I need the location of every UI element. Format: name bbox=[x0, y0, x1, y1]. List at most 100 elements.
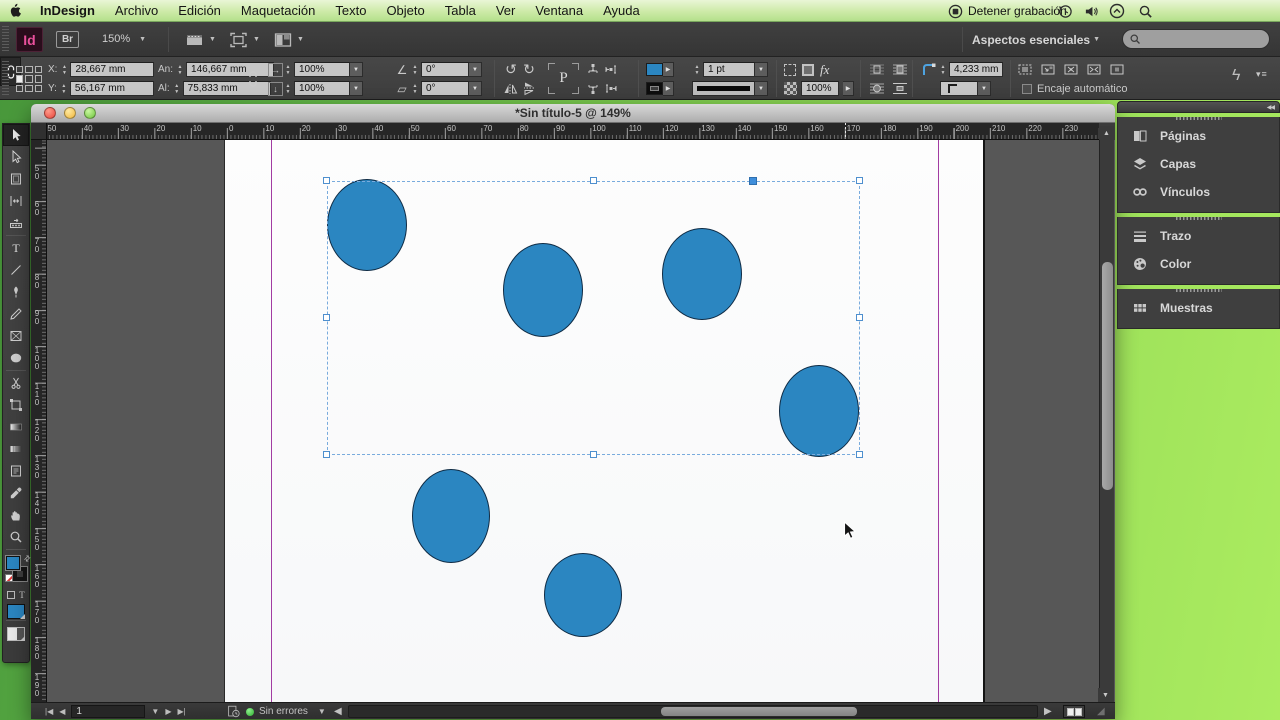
selection-handle[interactable] bbox=[856, 314, 863, 321]
tool-pen[interactable] bbox=[3, 281, 29, 303]
tool-gap[interactable] bbox=[3, 190, 29, 212]
rotate-cw-icon[interactable]: ↻ bbox=[520, 61, 538, 78]
y-stepper[interactable]: ▲ ▼ bbox=[59, 83, 69, 95]
first-page-icon[interactable]: |◀ bbox=[45, 707, 53, 716]
fill-swatch[interactable] bbox=[646, 63, 663, 76]
menu-maquetacion[interactable]: Maquetación bbox=[231, 0, 325, 22]
select-content-icon[interactable] bbox=[602, 61, 620, 78]
tool-free-transform[interactable] bbox=[3, 394, 29, 416]
rotation-field[interactable]: 0° bbox=[421, 62, 469, 77]
chevron-down-icon[interactable]: ▼ bbox=[469, 81, 482, 96]
selection-bounding-box[interactable] bbox=[327, 181, 860, 455]
fit-content-proportionally-icon[interactable] bbox=[1040, 61, 1056, 78]
height-stepper[interactable]: ▲ ▼ bbox=[172, 83, 182, 95]
fill-frame-proportionally-icon[interactable] bbox=[1017, 61, 1033, 78]
display-menu-icon[interactable] bbox=[1108, 2, 1126, 20]
scale-x-field[interactable]: 100% bbox=[294, 62, 350, 77]
formatting-affects-text-icon[interactable]: T bbox=[19, 590, 25, 600]
flip-horizontal-icon[interactable] bbox=[502, 80, 520, 97]
scroll-left-icon[interactable]: ◀ bbox=[334, 703, 342, 720]
ruler-corner[interactable] bbox=[31, 123, 47, 140]
menu-tabla[interactable]: Tabla bbox=[435, 0, 486, 22]
panel-button-vinculos[interactable]: Vínculos bbox=[1118, 178, 1279, 206]
x-position-field[interactable]: 28,667 mm bbox=[70, 62, 155, 77]
chevron-down-icon[interactable]: ▼ bbox=[350, 62, 363, 77]
scroll-up-icon[interactable]: ▲ bbox=[1099, 126, 1114, 140]
no-text-wrap-icon[interactable] bbox=[868, 61, 886, 78]
chevron-down-icon[interactable]: ▼ bbox=[755, 62, 768, 77]
stroke-arrow-icon[interactable]: ▶ bbox=[663, 81, 674, 96]
zoom-level-control[interactable]: 150% ▼ bbox=[96, 31, 146, 47]
vertical-scrollbar[interactable]: ▼ bbox=[1098, 140, 1114, 702]
panel-button-paginas[interactable]: Páginas bbox=[1118, 122, 1279, 150]
selection-handle[interactable] bbox=[856, 451, 863, 458]
tool-hand[interactable] bbox=[3, 504, 29, 526]
menu-objeto[interactable]: Objeto bbox=[376, 0, 434, 22]
corner-radius-stepper[interactable]: ▲ ▼ bbox=[938, 64, 948, 76]
canvas[interactable]: 50 60 70 80 90 100 110 120 130 140 150 160 170 180 190… bbox=[31, 140, 1115, 702]
selection-handle[interactable] bbox=[856, 177, 863, 184]
center-content-icon[interactable] bbox=[1109, 61, 1125, 78]
scroll-right-icon[interactable]: ▶ bbox=[1044, 703, 1052, 720]
panel-button-muestras[interactable]: Muestras bbox=[1118, 294, 1279, 322]
stroke-weight-field[interactable]: 1 pt bbox=[703, 62, 755, 77]
drag-handle[interactable] bbox=[1175, 289, 1222, 292]
scale-x-stepper[interactable]: ▲ ▼ bbox=[283, 64, 293, 76]
shear-field[interactable]: 0° bbox=[421, 81, 469, 96]
tool-selection[interactable] bbox=[3, 124, 29, 146]
stroke-swatch[interactable] bbox=[646, 82, 663, 95]
selection-handle[interactable] bbox=[323, 314, 330, 321]
menu-ver[interactable]: Ver bbox=[486, 0, 526, 22]
cs-live-icon[interactable]: ϟ bbox=[1232, 67, 1240, 85]
arrange-documents-dropdown[interactable]: ▼ bbox=[270, 29, 308, 50]
panel-menu-icon[interactable]: ▾≡ bbox=[1256, 69, 1268, 80]
fill-swatch[interactable] bbox=[6, 556, 20, 570]
time-machine-icon[interactable] bbox=[1056, 2, 1074, 20]
corner-radius-field[interactable]: 4,233 mm bbox=[949, 62, 1003, 77]
tool-scissors[interactable] bbox=[3, 372, 29, 394]
menu-edicion[interactable]: Edición bbox=[168, 0, 231, 22]
workspace-switcher[interactable]: Aspectos esenciales ▼ bbox=[972, 29, 1100, 50]
chevron-down-icon[interactable]: ▼ bbox=[755, 81, 768, 96]
tool-note[interactable] bbox=[3, 460, 29, 482]
menu-ventana[interactable]: Ventana bbox=[525, 0, 593, 22]
opacity-arrow-icon[interactable]: ▶ bbox=[843, 81, 854, 96]
reference-point-proxy[interactable] bbox=[16, 66, 42, 92]
preflight-group[interactable]: Sin errores ▼ bbox=[227, 703, 326, 720]
tool-line[interactable] bbox=[3, 259, 29, 281]
panel-button-trazo[interactable]: Trazo bbox=[1118, 222, 1279, 250]
select-container-parent-icon[interactable] bbox=[602, 80, 620, 97]
chevron-down-icon[interactable]: ▼ bbox=[469, 62, 482, 77]
tool-ellipse[interactable] bbox=[3, 347, 29, 369]
spotlight-icon[interactable] bbox=[1136, 2, 1154, 20]
horizontal-scrollbar-thumb[interactable] bbox=[661, 707, 857, 716]
chevron-down-icon[interactable]: ▼ bbox=[978, 81, 991, 96]
default-fill-stroke-icon[interactable] bbox=[5, 574, 13, 582]
selection-handle[interactable] bbox=[323, 451, 330, 458]
rotate-ccw-icon[interactable]: ↺ bbox=[502, 61, 520, 78]
previous-page-icon[interactable]: ◀ bbox=[59, 707, 65, 716]
margin-guide[interactable] bbox=[271, 140, 272, 702]
view-options-dropdown[interactable]: ▼ bbox=[182, 29, 220, 50]
tool-zoom[interactable] bbox=[3, 526, 29, 548]
vertical-ruler[interactable]: 50 60 70 80 90 100 110 120 130 140 150 160 170 180 190 bbox=[31, 140, 47, 702]
tool-page[interactable] bbox=[3, 168, 29, 190]
tool-gradient-swatch[interactable] bbox=[3, 416, 29, 438]
fit-frame-to-content-icon[interactable] bbox=[1063, 61, 1079, 78]
search-box[interactable] bbox=[1122, 29, 1270, 49]
volume-icon[interactable] bbox=[1082, 2, 1100, 20]
selection-handle[interactable] bbox=[589, 451, 597, 458]
page-number-field[interactable]: 1 bbox=[71, 705, 146, 718]
drag-handle[interactable] bbox=[1175, 117, 1222, 120]
selection-handle-active[interactable] bbox=[749, 177, 757, 185]
selection-handle[interactable] bbox=[589, 177, 597, 184]
corner-shape-field[interactable] bbox=[940, 81, 978, 96]
width-stepper[interactable]: ▲ ▼ bbox=[175, 64, 185, 76]
search-input[interactable] bbox=[1141, 32, 1251, 46]
select-container-button[interactable]: P bbox=[548, 63, 579, 94]
tool-gradient-feather[interactable] bbox=[3, 438, 29, 460]
margin-guide[interactable] bbox=[938, 140, 939, 702]
bridge-button[interactable]: Br bbox=[56, 31, 79, 48]
apple-menu[interactable] bbox=[0, 3, 30, 18]
drag-handle[interactable] bbox=[1175, 217, 1222, 220]
